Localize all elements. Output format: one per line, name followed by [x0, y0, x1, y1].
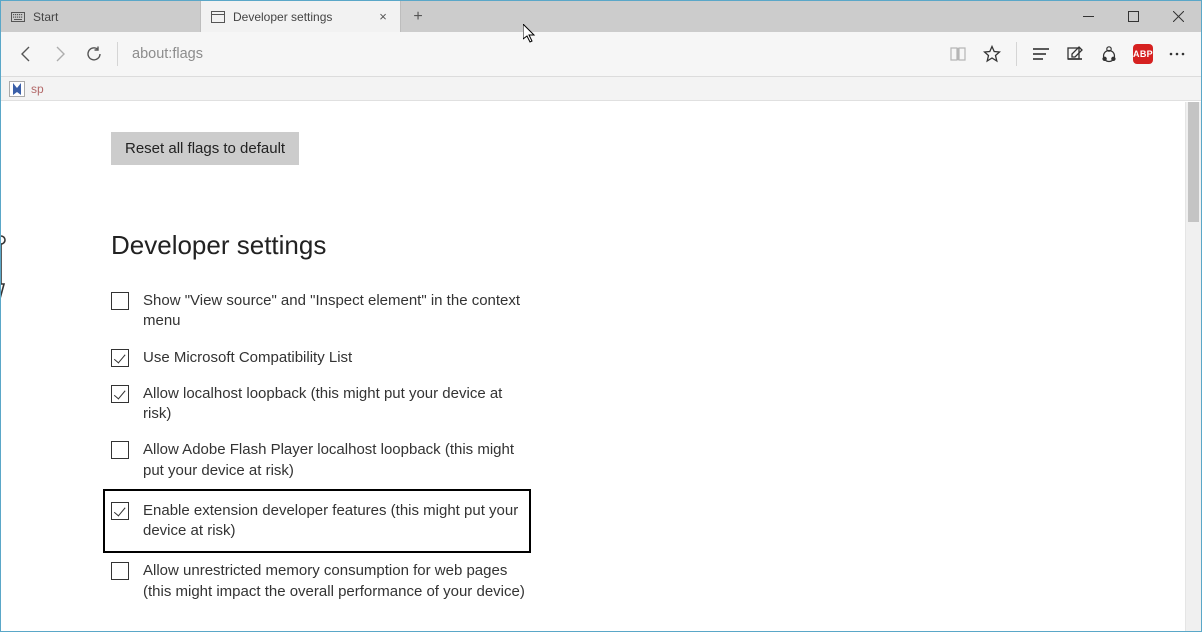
- reading-view-button[interactable]: [942, 37, 974, 71]
- minimize-button[interactable]: [1066, 1, 1111, 32]
- reset-flags-button[interactable]: Reset all flags to default: [111, 132, 299, 165]
- tab-developer-settings[interactable]: Developer settings ×: [201, 1, 401, 32]
- address-bar[interactable]: about:flags: [132, 46, 942, 62]
- option-row: Show "View source" and "Inspect element"…: [111, 283, 531, 340]
- close-window-button[interactable]: [1156, 1, 1201, 32]
- forward-button[interactable]: [43, 37, 77, 71]
- scroll-thumb[interactable]: [1188, 102, 1199, 222]
- checkbox[interactable]: [111, 349, 129, 367]
- option-row: Use Microsoft Compatibility List: [111, 340, 531, 376]
- scrollbar[interactable]: [1185, 102, 1201, 631]
- close-icon[interactable]: ×: [376, 10, 390, 24]
- option-row: Allow unrestricted memory consumption fo…: [111, 553, 531, 610]
- option-row: Allow localhost loopback (this might put…: [111, 376, 531, 433]
- option-label: Show "View source" and "Inspect element"…: [143, 291, 531, 332]
- tab-title: Start: [33, 10, 190, 24]
- toolbar: about:flags ABP: [1, 32, 1201, 77]
- separator: [117, 42, 118, 66]
- abp-icon: ABP: [1133, 44, 1153, 64]
- more-button[interactable]: [1161, 37, 1193, 71]
- tab-bar: Start Developer settings × +: [1, 1, 1201, 32]
- window-icon: [211, 10, 225, 24]
- option-label: Use Microsoft Compatibility List: [143, 348, 352, 368]
- bookmark-icon[interactable]: [9, 81, 25, 97]
- favorites-bar: sp: [1, 77, 1201, 101]
- keyboard-icon: [11, 10, 25, 24]
- hub-button[interactable]: [1025, 37, 1057, 71]
- checkbox[interactable]: [111, 292, 129, 310]
- option-label: Allow unrestricted memory consumption fo…: [143, 561, 531, 602]
- option-label: Enable extension developer features (thi…: [143, 501, 521, 542]
- web-note-button[interactable]: [1059, 37, 1091, 71]
- tab-start[interactable]: Start: [1, 1, 201, 32]
- option-row: Enable extension developer features (thi…: [103, 489, 531, 554]
- option-row: Allow Adobe Flash Player localhost loopb…: [111, 432, 531, 489]
- checkbox[interactable]: [111, 502, 129, 520]
- separator: [1016, 42, 1017, 66]
- adblock-button[interactable]: ABP: [1127, 37, 1159, 71]
- share-button[interactable]: [1093, 37, 1125, 71]
- page-content: Reset all flags to default Developer set…: [1, 102, 1185, 631]
- option-label: Allow Adobe Flash Player localhost loopb…: [143, 440, 531, 481]
- new-tab-button[interactable]: +: [401, 1, 435, 32]
- checkbox[interactable]: [111, 562, 129, 580]
- checkbox[interactable]: [111, 385, 129, 403]
- section-title: Developer settings: [111, 230, 531, 261]
- checkbox[interactable]: [111, 441, 129, 459]
- tab-title: Developer settings: [233, 10, 368, 24]
- tools-icon: [1, 232, 21, 301]
- maximize-button[interactable]: [1111, 1, 1156, 32]
- option-label: Allow localhost loopback (this might put…: [143, 384, 531, 425]
- refresh-button[interactable]: [77, 37, 111, 71]
- window-controls: [1066, 1, 1201, 32]
- back-button[interactable]: [9, 37, 43, 71]
- favorite-button[interactable]: [976, 37, 1008, 71]
- bookmark-label[interactable]: sp: [31, 82, 44, 96]
